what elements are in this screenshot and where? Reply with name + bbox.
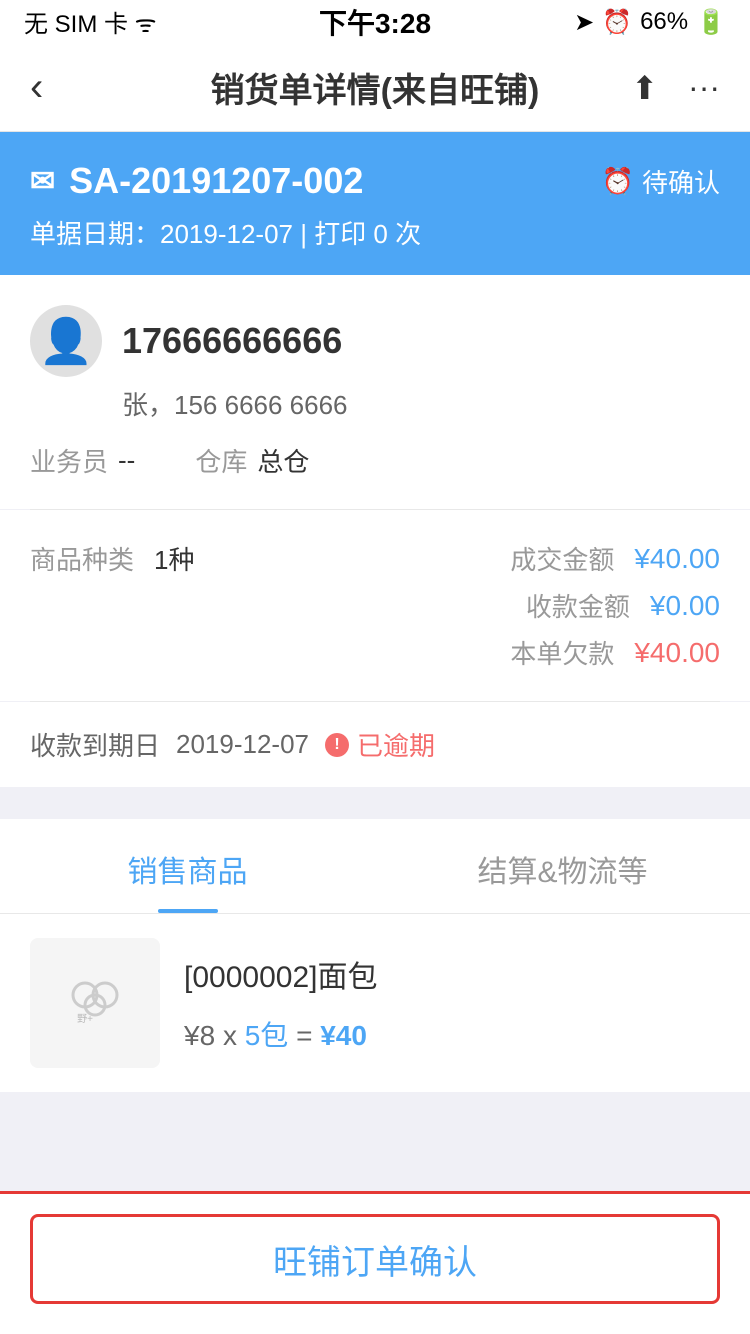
warehouse-field: 仓库 总仓 [195, 442, 309, 479]
more-icon[interactable]: ··· [688, 69, 720, 106]
back-button[interactable]: ‹ [30, 65, 63, 110]
product-name: [0000002]面包 [184, 952, 720, 996]
overdue-text: 已逾期 [357, 726, 435, 763]
product-price: ¥8 x 5包 = ¥40 [184, 1014, 720, 1054]
order-date: 单据日期：2019-12-07 | 打印 0 次 [30, 214, 720, 251]
product-thumb-logo: 野+ [55, 970, 135, 1037]
envelope-icon: ✉ [30, 164, 55, 199]
status-right: ➤ ⏰ 66% 🔋 [574, 8, 726, 37]
deal-amount-row: 成交金额 ¥40.00 [510, 540, 720, 577]
confirm-button-wrap: 旺铺订单确认 [0, 1191, 750, 1334]
owed-amount-row: 本单欠款 ¥40.00 [510, 634, 720, 671]
user-icon: 👤 [39, 315, 94, 367]
customer-phone: 17666666666 [122, 320, 342, 362]
salesperson-field: 业务员 -- [30, 442, 135, 479]
received-amount-row: 收款金额 ¥0.00 [526, 587, 720, 624]
share-icon[interactable]: ⬆ [631, 69, 658, 107]
customer-contact: 张，156 6666 6666 [122, 385, 720, 422]
product-thumbnail: 野+ [30, 938, 160, 1068]
nav-bar: ‹ 销货单详情(来自旺铺) ⬆ ··· [0, 44, 750, 132]
customer-section: 👤 17666666666 张，156 6666 6666 业务员 -- 仓库 … [0, 275, 750, 509]
due-date-section: 收款到期日 2019-12-07 ! 已逾期 [0, 702, 750, 787]
avatar: 👤 [30, 305, 102, 377]
due-date-label: 收款到期日 [30, 726, 160, 763]
product-quantity: 5包 [245, 1020, 289, 1051]
status-left: 无 SIM 卡 ᯤ [24, 4, 157, 40]
customer-row: 👤 17666666666 [30, 305, 720, 377]
overdue-dot-icon: ! [325, 733, 349, 757]
order-id-text: SA-20191207-002 [69, 160, 363, 202]
deal-amount-value: ¥40.00 [634, 543, 720, 575]
price-equals: = [296, 1020, 320, 1051]
tab-products[interactable]: 销售商品 [0, 819, 375, 913]
order-id: ✉ SA-20191207-002 [30, 160, 363, 202]
location-icon: ➤ [574, 8, 594, 37]
product-details: [0000002]面包 ¥8 x 5包 = ¥40 [184, 952, 720, 1054]
confirm-order-button[interactable]: 旺铺订单确认 [30, 1214, 720, 1304]
svg-text:野+: 野+ [77, 1013, 93, 1025]
tab-settlement-label: 结算&物流等 [477, 856, 647, 889]
warehouse-label: 仓库 [195, 442, 247, 479]
customer-meta: 业务员 -- 仓库 总仓 [30, 442, 720, 479]
tab-products-label: 销售商品 [128, 856, 248, 889]
section-divider-3 [0, 787, 750, 803]
amounts-info: 成交金额 ¥40.00 收款金额 ¥0.00 本单欠款 ¥40.00 [510, 540, 720, 671]
overdue-badge: ! 已逾期 [325, 726, 435, 763]
tab-settlement[interactable]: 结算&物流等 [375, 819, 750, 913]
page-title: 销货单详情(来自旺铺) [211, 63, 540, 112]
product-total: ¥40 [320, 1020, 367, 1051]
battery-text: 66% [640, 8, 688, 36]
alarm-icon: ⏰ [602, 8, 632, 37]
received-amount-value: ¥0.00 [650, 590, 720, 622]
price-multiply: x [223, 1020, 245, 1051]
clock-icon: ⏰ [602, 166, 634, 197]
due-date-value: 2019-12-07 [176, 729, 309, 760]
order-banner: ✉ SA-20191207-002 ⏰ 待确认 单据日期：2019-12-07 … [0, 132, 750, 275]
salesperson-value: -- [118, 445, 135, 476]
owed-amount-value: ¥40.00 [634, 637, 720, 669]
tabs-section: 销售商品 结算&物流等 [0, 819, 750, 914]
category-label: 商品种类 [30, 540, 134, 577]
banner-top: ✉ SA-20191207-002 ⏰ 待确认 [30, 160, 720, 202]
no-sim-text: 无 SIM 卡 ᯤ [24, 4, 157, 40]
received-amount-label: 收款金额 [526, 587, 630, 624]
category-info: 商品种类 1种 [30, 540, 510, 577]
owed-amount-label: 本单欠款 [510, 634, 614, 671]
status-time: 下午3:28 [319, 2, 431, 42]
warehouse-value: 总仓 [257, 442, 309, 479]
category-value: 1种 [154, 540, 194, 577]
battery-icon: 🔋 [696, 8, 726, 37]
product-item: 野+ [0000002]面包 ¥8 x 5包 = ¥40 [0, 914, 750, 1092]
nav-actions: ⬆ ··· [631, 69, 720, 107]
unit-price: ¥8 [184, 1020, 215, 1051]
summary-section: 商品种类 1种 成交金额 ¥40.00 收款金额 ¥0.00 本单欠款 ¥40.… [0, 510, 750, 701]
deal-amount-label: 成交金额 [510, 540, 614, 577]
order-status: ⏰ 待确认 [602, 163, 720, 200]
salesperson-label: 业务员 [30, 442, 108, 479]
status-bar: 无 SIM 卡 ᯤ 下午3:28 ➤ ⏰ 66% 🔋 [0, 0, 750, 44]
status-text: 待确认 [642, 163, 720, 200]
